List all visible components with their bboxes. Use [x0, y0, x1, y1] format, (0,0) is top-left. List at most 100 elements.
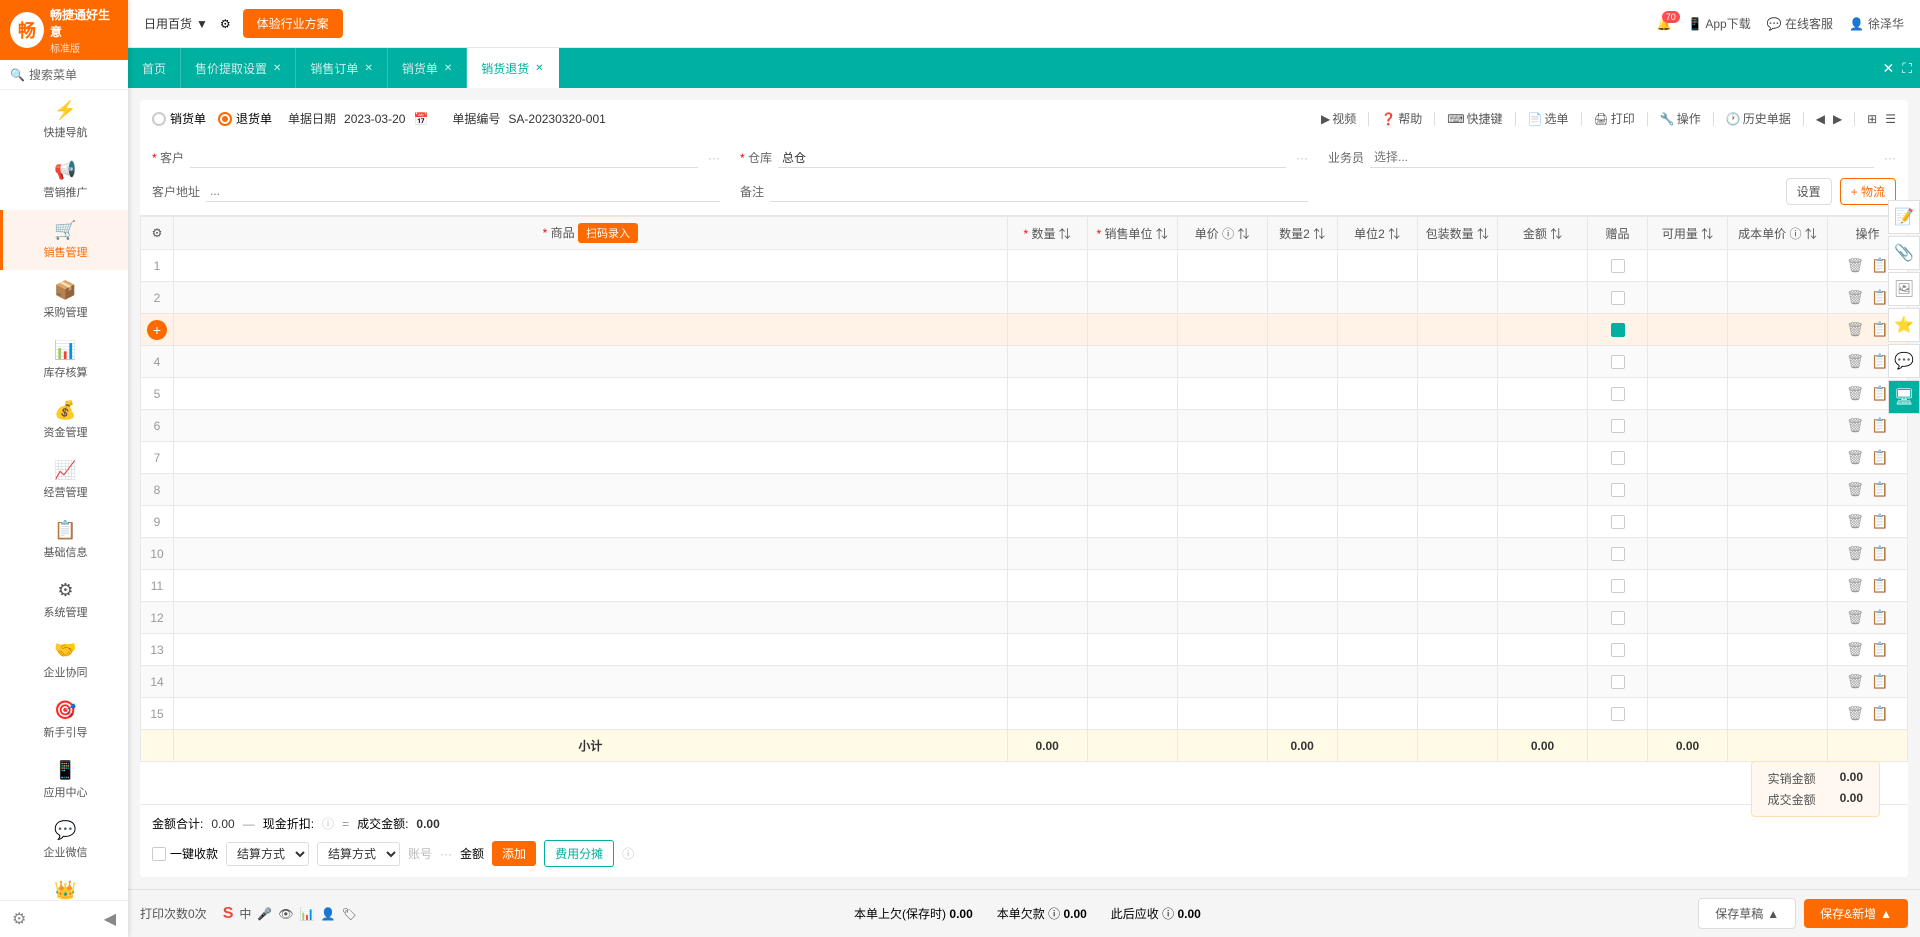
right-tool-screen[interactable]: 🖥	[1888, 380, 1920, 414]
gift-cb-10[interactable]	[1611, 547, 1625, 561]
add-payment-btn[interactable]: 添加	[492, 841, 536, 866]
user-menu[interactable]: 👤 徐泽华	[1849, 15, 1904, 32]
sidebar-item-newbie[interactable]: 🎯 新手引导	[0, 690, 128, 750]
row-amount-11[interactable]	[1498, 570, 1588, 602]
row-pkg-1[interactable]	[1417, 250, 1497, 282]
row-unit2-11[interactable]	[1337, 570, 1417, 602]
row-cost-4[interactable]	[1728, 346, 1828, 378]
row-cost-7[interactable]	[1728, 442, 1828, 474]
row-unit-13[interactable]	[1087, 634, 1177, 666]
row-qty2-15[interactable]	[1267, 698, 1337, 730]
row-unit2-2[interactable]	[1337, 282, 1417, 314]
gift-cb-1[interactable]	[1611, 259, 1625, 273]
row-unit2-10[interactable]	[1337, 538, 1417, 570]
row-qty2-12[interactable]	[1267, 602, 1337, 634]
row-unit-9[interactable]	[1087, 506, 1177, 538]
th-gear[interactable]: ⚙	[141, 217, 174, 250]
history-btn[interactable]: 🕐 历史单据	[1726, 110, 1791, 127]
copy-btn-9[interactable]: 📋	[1871, 513, 1888, 529]
gift-cb-11[interactable]	[1611, 579, 1625, 593]
row-amount-10[interactable]	[1498, 538, 1588, 570]
row-qty-13[interactable]	[1007, 634, 1087, 666]
row-unit-15[interactable]	[1087, 698, 1177, 730]
row-cost-13[interactable]	[1728, 634, 1828, 666]
row-unit2-3[interactable]	[1337, 314, 1417, 346]
right-tool-image[interactable]: 🖼	[1888, 272, 1920, 306]
row-pkg-14[interactable]	[1417, 666, 1497, 698]
remark-input[interactable]	[770, 181, 1308, 202]
row-product-2[interactable]	[174, 282, 1008, 314]
row-cost-5[interactable]	[1728, 378, 1828, 410]
row-amount-7[interactable]	[1498, 442, 1588, 474]
row-pkg-3[interactable]	[1417, 314, 1497, 346]
delete-btn-2[interactable]: 🗑	[1846, 289, 1864, 305]
tab-close-price-setting[interactable]: ✕	[273, 63, 281, 74]
row-price-8[interactable]	[1177, 474, 1267, 506]
row-pkg-4[interactable]	[1417, 346, 1497, 378]
row-qty2-6[interactable]	[1267, 410, 1337, 442]
row-unit-12[interactable]	[1087, 602, 1177, 634]
gift-cb-13[interactable]	[1611, 643, 1625, 657]
row-qty-2[interactable]	[1007, 282, 1087, 314]
account-dots[interactable]: ···	[440, 847, 452, 861]
radio-sales-bill[interactable]: 销货单	[152, 110, 206, 127]
row-product-4[interactable]	[174, 346, 1008, 378]
row-product-6[interactable]	[174, 410, 1008, 442]
row-product-12[interactable]	[174, 602, 1008, 634]
row-gift-4[interactable]	[1588, 346, 1648, 378]
delete-btn-5[interactable]: 🗑	[1846, 385, 1864, 401]
row-qty2-7[interactable]	[1267, 442, 1337, 474]
row-unit-1[interactable]	[1087, 250, 1177, 282]
row-gift-12[interactable]	[1588, 602, 1648, 634]
gift-cb-12[interactable]	[1611, 611, 1625, 625]
row-unit2-8[interactable]	[1337, 474, 1417, 506]
tab-sales-delivery[interactable]: 销货单✕	[388, 48, 467, 88]
copy-btn-10[interactable]: 📋	[1871, 545, 1888, 561]
row-price-6[interactable]	[1177, 410, 1267, 442]
row-qty2-2[interactable]	[1267, 282, 1337, 314]
row-amount-15[interactable]	[1498, 698, 1588, 730]
warehouse-select-icon[interactable]: ···	[1296, 151, 1308, 165]
radio-return-bill[interactable]: 退货单	[218, 110, 272, 127]
payment-method-select[interactable]: 结算方式	[226, 842, 309, 866]
row-avail-13[interactable]	[1648, 634, 1728, 666]
row-qty-8[interactable]	[1007, 474, 1087, 506]
tab-expand-btn[interactable]: ⛶	[1902, 60, 1912, 77]
sidebar-item-marketing[interactable]: 📢 营销推广	[0, 150, 128, 210]
row-avail-10[interactable]	[1648, 538, 1728, 570]
row-gift-11[interactable]	[1588, 570, 1648, 602]
salesperson-select-icon[interactable]: ···	[1884, 151, 1896, 165]
sidebar-item-finance[interactable]: 💰 资金管理	[0, 390, 128, 450]
sidebar-item-enterprise[interactable]: 🤝 企业协同	[0, 630, 128, 690]
row-cost-8[interactable]	[1728, 474, 1828, 506]
sort-icon3[interactable]: ⇅	[1237, 227, 1249, 241]
copy-btn-14[interactable]: 📋	[1871, 673, 1888, 689]
copy-btn-11[interactable]: 📋	[1871, 577, 1888, 593]
save-draft-btn[interactable]: 保存草稿 ▲	[1698, 898, 1796, 929]
row-price-11[interactable]	[1177, 570, 1267, 602]
copy-btn-7[interactable]: 📋	[1871, 449, 1888, 465]
row-qty2-14[interactable]	[1267, 666, 1337, 698]
row-cost-1[interactable]	[1728, 250, 1828, 282]
row-avail-2[interactable]	[1648, 282, 1728, 314]
select-btn[interactable]: 📄 选单	[1528, 110, 1569, 127]
row-qty-1[interactable]	[1007, 250, 1087, 282]
app-download-link[interactable]: 📱 App下载	[1688, 15, 1751, 32]
delete-btn-4[interactable]: 🗑	[1846, 353, 1864, 369]
settings-icon[interactable]: ⚙	[12, 909, 26, 929]
row-amount-6[interactable]	[1498, 410, 1588, 442]
one-key-payment-cb[interactable]: 一键收款	[152, 845, 218, 862]
row-qty-14[interactable]	[1007, 666, 1087, 698]
row-cost-12[interactable]	[1728, 602, 1828, 634]
row-price-5[interactable]	[1177, 378, 1267, 410]
row-qty2-8[interactable]	[1267, 474, 1337, 506]
row-avail-12[interactable]	[1648, 602, 1728, 634]
row-price-13[interactable]	[1177, 634, 1267, 666]
collapse-icon[interactable]: ◀	[104, 909, 116, 929]
copy-btn-12[interactable]: 📋	[1871, 609, 1888, 625]
row-price-14[interactable]	[1177, 666, 1267, 698]
row-unit-11[interactable]	[1087, 570, 1177, 602]
row-unit2-1[interactable]	[1337, 250, 1417, 282]
delete-btn-12[interactable]: 🗑	[1846, 609, 1864, 625]
row-unit-2[interactable]	[1087, 282, 1177, 314]
